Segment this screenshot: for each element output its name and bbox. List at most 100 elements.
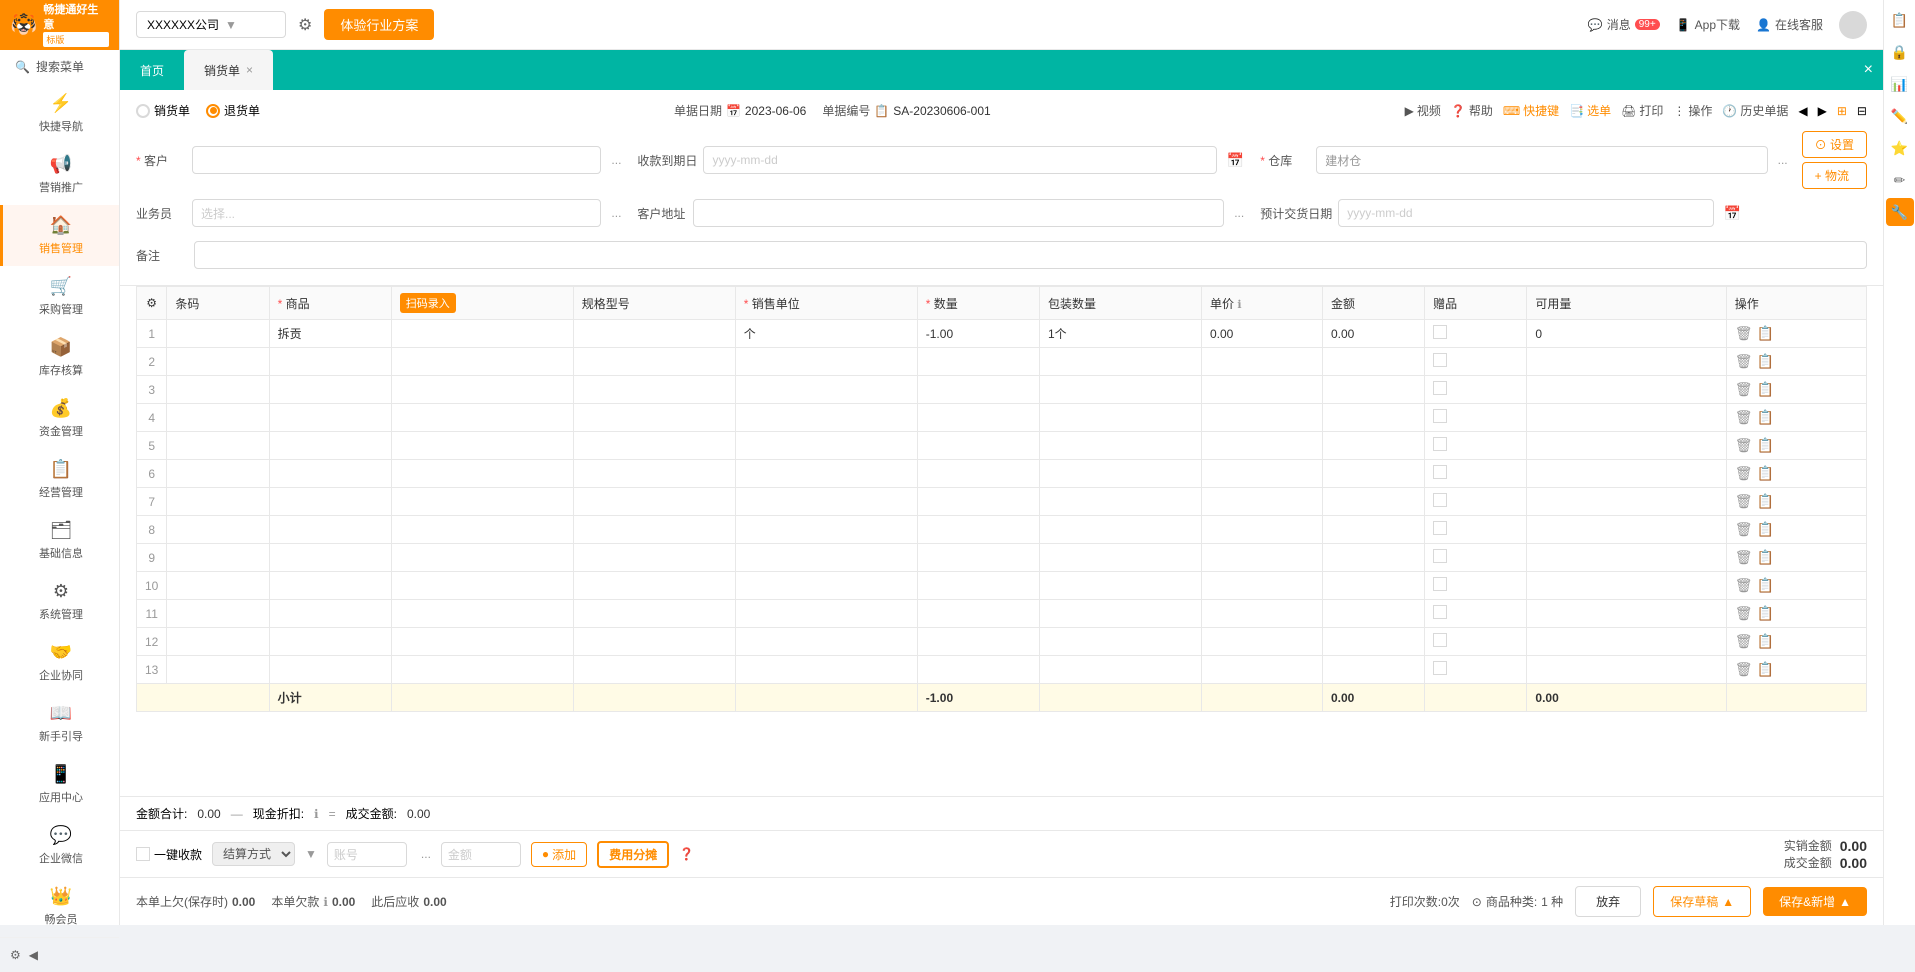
row-quantity-10[interactable] (917, 572, 1039, 600)
row-barcode-6[interactable] (167, 460, 269, 488)
gift-checkbox-9[interactable] (1433, 549, 1447, 563)
gift-checkbox-13[interactable] (1433, 661, 1447, 675)
notes-input[interactable] (194, 241, 1867, 269)
toolbar-select[interactable]: 📑 选单 (1569, 102, 1611, 119)
row-product-7[interactable] (269, 488, 391, 516)
sidebar-item-quick-nav[interactable]: ⚡ 快捷导航 (0, 83, 119, 144)
gift-checkbox-7[interactable] (1433, 493, 1447, 507)
row-product-10[interactable] (269, 572, 391, 600)
delete-icon-8[interactable]: 🗑 (1735, 521, 1753, 538)
row-unit-price-6[interactable] (1202, 460, 1323, 488)
sidebar-item-finance[interactable]: 💰 资金管理 (0, 388, 119, 449)
sidebar-item-inventory[interactable]: 📦 库存核算 (0, 327, 119, 388)
right-panel-item-5[interactable]: ⭐ (1886, 134, 1914, 162)
row-quantity-13[interactable] (917, 656, 1039, 684)
message-center[interactable]: 💬 消息 99+ (1588, 16, 1660, 33)
row-barcode-4[interactable] (167, 404, 269, 432)
tab-sales-order[interactable]: 销货单 × (184, 50, 273, 90)
sidebar-item-enterprise[interactable]: 🤝 企业协同 (0, 632, 119, 693)
toolbar-history[interactable]: 🕐 历史单据 (1722, 102, 1788, 119)
expense-help-icon[interactable]: ❓ (679, 847, 694, 861)
row-product-5[interactable] (269, 432, 391, 460)
delete-icon-7[interactable]: 🗑 (1735, 493, 1753, 510)
row-gift-3[interactable] (1425, 376, 1527, 404)
warehouse-dots[interactable]: ... (1778, 153, 1788, 167)
row-gift-10[interactable] (1425, 572, 1527, 600)
delete-icon-10[interactable]: 🗑 (1735, 577, 1753, 594)
gift-checkbox-2[interactable] (1433, 353, 1447, 367)
save-new-button[interactable]: 保存&新增 ▲ (1763, 887, 1867, 916)
radio-sales-order[interactable]: 销货单 (136, 102, 190, 119)
online-support[interactable]: 👤 在线客服 (1756, 16, 1823, 33)
th-scan-btn[interactable]: 扫码录入 (391, 287, 573, 320)
row-quantity-4[interactable] (917, 404, 1039, 432)
salesperson-input[interactable]: 选择... (192, 199, 601, 227)
settings-bottom-icon[interactable]: ⚙ (10, 948, 21, 962)
row-quantity-6[interactable] (917, 460, 1039, 488)
sidebar-item-sales[interactable]: 🏠 销售管理 (0, 205, 119, 266)
row-gift-12[interactable] (1425, 628, 1527, 656)
row-quantity-8[interactable] (917, 516, 1039, 544)
row-barcode-1[interactable] (167, 320, 269, 348)
customer-dots[interactable]: ... (611, 153, 621, 167)
sidebar-toggle-icon[interactable]: ◀ (29, 948, 38, 962)
save-new-dropdown-icon[interactable]: ▲ (1839, 895, 1851, 909)
row-quantity-2[interactable] (917, 348, 1039, 376)
row-unit-price-9[interactable] (1202, 544, 1323, 572)
row-product-13[interactable] (269, 656, 391, 684)
sidebar-item-system[interactable]: ⚙ 系统管理 (0, 571, 119, 632)
logistics-button[interactable]: + 物流 (1802, 162, 1867, 189)
row-gift-6[interactable] (1425, 460, 1527, 488)
gift-checkbox-5[interactable] (1433, 437, 1447, 451)
prev-icon[interactable]: ◀ (1798, 104, 1807, 118)
customer-address-dots[interactable]: ... (1234, 206, 1244, 220)
delete-icon-4[interactable]: 🗑 (1735, 409, 1753, 426)
add-button[interactable]: ● 添加 (531, 842, 587, 867)
customer-address-input[interactable] (693, 199, 1224, 227)
copy-icon-9[interactable]: 📋 (1757, 549, 1774, 566)
toolbar-shortcut[interactable]: ⌨ 快捷键 (1503, 102, 1559, 119)
sidebar-item-appstore[interactable]: 📱 应用中心 (0, 754, 119, 815)
row-product-9[interactable] (269, 544, 391, 572)
row-unit-price-13[interactable] (1202, 656, 1323, 684)
copy-icon-4[interactable]: 📋 (1757, 409, 1774, 426)
sidebar-item-purchase[interactable]: 🛒 采购管理 (0, 266, 119, 327)
delete-icon-2[interactable]: 🗑 (1735, 353, 1753, 370)
account-dots[interactable]: ... (421, 847, 431, 861)
grid-view-icon[interactable]: ⊞ (1837, 104, 1847, 118)
row-barcode-8[interactable] (167, 516, 269, 544)
app-download[interactable]: 📱 App下载 (1676, 16, 1740, 33)
row-gift-9[interactable] (1425, 544, 1527, 572)
copy-icon-3[interactable]: 📋 (1757, 381, 1774, 398)
save-draft-button[interactable]: 保存草稿 ▲ (1653, 886, 1751, 917)
row-quantity-12[interactable] (917, 628, 1039, 656)
delete-icon-1[interactable]: 🗑 (1735, 325, 1753, 342)
row-product-2[interactable] (269, 348, 391, 376)
row-barcode-5[interactable] (167, 432, 269, 460)
row-product-3[interactable] (269, 376, 391, 404)
gift-checkbox-6[interactable] (1433, 465, 1447, 479)
row-barcode-3[interactable] (167, 376, 269, 404)
copy-icon-13[interactable]: 📋 (1757, 661, 1774, 678)
gift-checkbox-12[interactable] (1433, 633, 1447, 647)
scan-button[interactable]: 扫码录入 (400, 293, 456, 313)
expected-delivery-input[interactable]: yyyy-mm-dd (1338, 199, 1713, 227)
row-product-11[interactable] (269, 600, 391, 628)
company-selector[interactable]: XXXXXX公司 ▼ (136, 11, 286, 38)
copy-icon-7[interactable]: 📋 (1757, 493, 1774, 510)
expected-delivery-calendar-icon[interactable]: 📅 (1724, 205, 1741, 222)
warehouse-input[interactable]: 建材仓 (1316, 146, 1767, 174)
right-panel-item-1[interactable]: 📋 (1886, 6, 1914, 34)
gift-checkbox-3[interactable] (1433, 381, 1447, 395)
account-input[interactable]: 账号 (327, 842, 407, 867)
expense-split-button[interactable]: 费用分摊 (597, 841, 669, 868)
sidebar-item-search[interactable]: 🔍 搜索菜单 (0, 50, 119, 83)
row-gift-13[interactable] (1425, 656, 1527, 684)
toolbar-video[interactable]: ▶ 视频 (1405, 102, 1441, 119)
user-avatar[interactable] (1839, 11, 1867, 39)
row-gift-2[interactable] (1425, 348, 1527, 376)
tabbar-close-icon[interactable]: × (1864, 61, 1873, 79)
right-panel-item-4[interactable]: ✏️ (1886, 102, 1914, 130)
amount-input[interactable]: 金额 (441, 842, 521, 867)
row-product-8[interactable] (269, 516, 391, 544)
